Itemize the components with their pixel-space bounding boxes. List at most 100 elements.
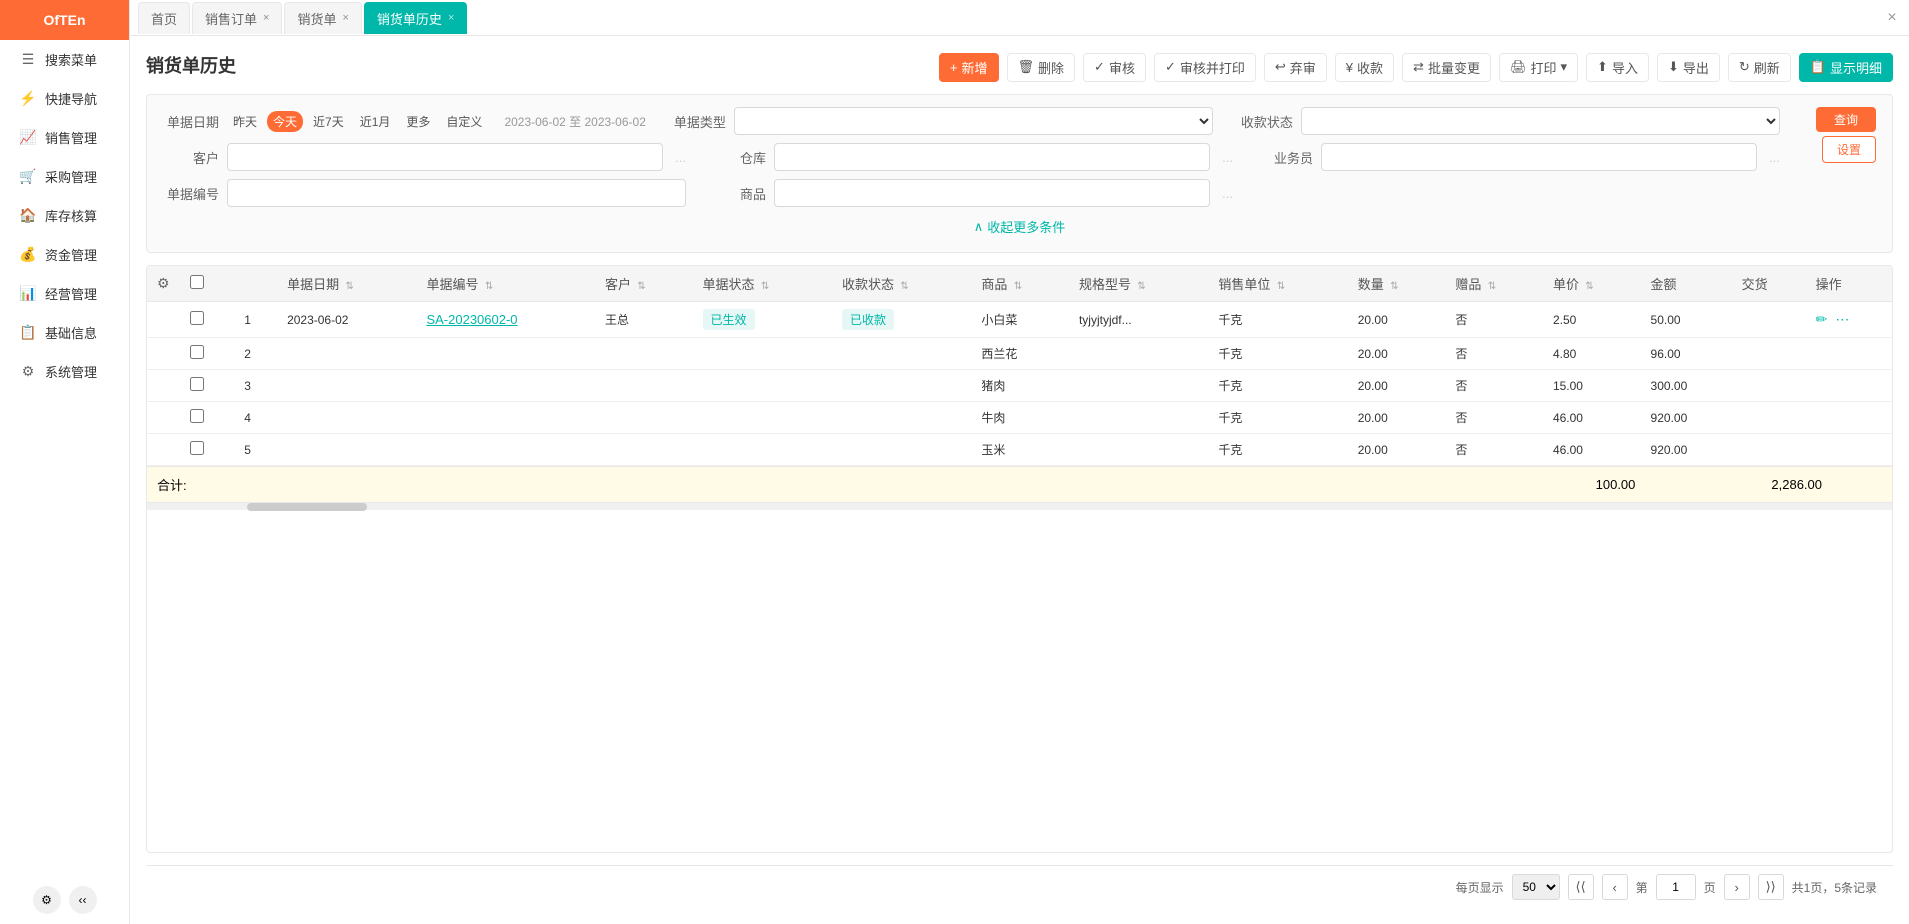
sidebar-item-sys-mgmt[interactable]: ⚙ 系统管理 <box>0 352 129 391</box>
tab-sales-goods[interactable]: 销货单 × <box>284 2 361 34</box>
show-detail-button[interactable]: 📋 显示明细 <box>1799 53 1893 82</box>
td-checkbox[interactable] <box>180 370 235 402</box>
date-tag-custom[interactable]: 自定义 <box>440 111 488 132</box>
th-customer[interactable]: 客户 ⇅ <box>595 266 693 302</box>
th-doc-status[interactable]: 单据状态 ⇅ <box>693 266 832 302</box>
sidebar-item-capital-mgmt[interactable]: 💰 资金管理 <box>0 235 129 274</box>
th-doc-no[interactable]: 单据编号 ⇅ <box>416 266 594 302</box>
td-checkbox[interactable] <box>180 338 235 370</box>
tab-sales-history[interactable]: 销货单历史 × <box>364 2 467 34</box>
sort-pay-status-icon[interactable]: ⇅ <box>900 281 908 292</box>
payment-status-select[interactable] <box>1301 107 1780 135</box>
close-all-tabs-button[interactable]: × <box>1883 9 1901 27</box>
print-button[interactable]: 🖨 打印 ▾ <box>1499 53 1578 82</box>
sort-gift-icon[interactable]: ⇅ <box>1488 281 1496 292</box>
sidebar-item-inventory[interactable]: 🏠 库存核算 <box>0 196 129 235</box>
date-tag-more[interactable]: 更多 <box>400 111 436 132</box>
sort-price-icon[interactable]: ⇅ <box>1585 281 1593 292</box>
row-checkbox[interactable] <box>190 377 204 391</box>
collapse-button[interactable]: ∧ 收起更多条件 <box>970 213 1070 240</box>
sidebar-item-label: 经营管理 <box>45 284 97 303</box>
warehouse-input[interactable] <box>774 143 1210 171</box>
sidebar-item-search-menu[interactable]: ☰ 搜索菜单 <box>0 40 129 79</box>
sort-goods-icon[interactable]: ⇅ <box>1014 281 1022 292</box>
date-tag-7days[interactable]: 近7天 <box>307 111 350 132</box>
sidebar-item-purchase-mgmt[interactable]: 🛒 采购管理 <box>0 157 129 196</box>
date-tag-yesterday[interactable]: 昨天 <box>227 111 263 132</box>
tab-sales-history-close[interactable]: × <box>448 12 454 24</box>
customer-suffix[interactable]: ... <box>675 150 686 165</box>
tab-sales-order[interactable]: 销售订单 × <box>192 2 282 34</box>
sidebar-settings-btn[interactable]: ⚙ <box>33 886 61 914</box>
abandon-button[interactable]: ↩ 弃审 <box>1264 53 1327 82</box>
th-goods[interactable]: 商品 ⇅ <box>971 266 1069 302</box>
td-goods: 小白菜 <box>971 302 1069 338</box>
horizontal-scrollbar[interactable] <box>147 502 1892 510</box>
td-checkbox[interactable] <box>180 434 235 466</box>
date-tag-today[interactable]: 今天 <box>267 111 303 132</box>
row-checkbox[interactable] <box>190 409 204 423</box>
more-icon[interactable]: ⋯ <box>1835 311 1849 328</box>
sort-doc-date-icon[interactable]: ⇅ <box>345 281 353 292</box>
sidebar-collapse-btn[interactable]: ‹‹ <box>69 886 97 914</box>
page-size-select[interactable]: 50 <box>1512 874 1560 900</box>
th-qty[interactable]: 数量 ⇅ <box>1348 266 1446 302</box>
refresh-button[interactable]: ↻ 刷新 <box>1728 53 1791 82</box>
tab-home[interactable]: 首页 <box>138 2 190 34</box>
import-button[interactable]: ⬆ 导入 <box>1586 53 1649 82</box>
th-unit[interactable]: 销售单位 ⇅ <box>1208 266 1347 302</box>
sort-doc-status-icon[interactable]: ⇅ <box>761 281 769 292</box>
page-number-input[interactable] <box>1656 874 1696 900</box>
sidebar-item-basic-info[interactable]: 📋 基础信息 <box>0 313 129 352</box>
row-checkbox[interactable] <box>190 311 204 325</box>
sidebar-item-quick-nav[interactable]: ⚡ 快捷导航 <box>0 79 129 118</box>
doc-type-select[interactable] <box>734 107 1213 135</box>
batch-change-button[interactable]: ⇄ 批量变更 <box>1402 53 1491 82</box>
sort-qty-icon[interactable]: ⇅ <box>1390 281 1398 292</box>
filter-settings-button[interactable]: 设置 <box>1822 136 1876 163</box>
tab-sales-order-close[interactable]: × <box>263 12 269 24</box>
goods-input[interactable] <box>774 179 1210 207</box>
td-doc-no[interactable]: SA-20230602-0 <box>416 302 594 338</box>
add-button[interactable]: + 新增 <box>939 53 999 82</box>
th-doc-date[interactable]: 单据日期 ⇅ <box>277 266 416 302</box>
sort-customer-icon[interactable]: ⇅ <box>637 281 645 292</box>
collect-button[interactable]: ¥ 收款 <box>1335 53 1394 82</box>
row-checkbox[interactable] <box>190 345 204 359</box>
row-checkbox[interactable] <box>190 441 204 455</box>
table-settings-icon[interactable]: ⚙ <box>157 275 170 291</box>
next-page-button[interactable]: › <box>1724 874 1750 900</box>
doc-no-input[interactable] <box>227 179 686 207</box>
first-page-button[interactable]: ⟨⟨ <box>1568 874 1594 900</box>
scrollbar-thumb[interactable] <box>247 503 367 511</box>
delete-button[interactable]: 🗑 删除 <box>1007 53 1076 82</box>
sidebar-item-sales-mgmt[interactable]: 📈 销售管理 <box>0 118 129 157</box>
th-amount-label: 金额 <box>1651 277 1677 292</box>
th-pay-status[interactable]: 收款状态 ⇅ <box>832 266 971 302</box>
audit-print-button[interactable]: ✓ 审核并打印 <box>1154 53 1256 82</box>
th-price[interactable]: 单价 ⇅ <box>1543 266 1641 302</box>
warehouse-suffix[interactable]: ... <box>1222 150 1233 165</box>
staff-input[interactable] <box>1321 143 1757 171</box>
date-tag-1month[interactable]: 近1月 <box>354 111 397 132</box>
customer-input[interactable] <box>227 143 663 171</box>
export-button[interactable]: ⬇ 导出 <box>1657 53 1720 82</box>
sidebar-item-operations[interactable]: 📊 经营管理 <box>0 274 129 313</box>
audit-button[interactable]: ✓ 审核 <box>1083 53 1146 82</box>
td-checkbox[interactable] <box>180 402 235 434</box>
prev-page-button[interactable]: ‹ <box>1602 874 1628 900</box>
edit-icon[interactable]: ✏ <box>1816 311 1828 328</box>
th-gift[interactable]: 赠品 ⇅ <box>1445 266 1543 302</box>
query-button[interactable]: 查询 <box>1816 107 1876 132</box>
sort-doc-no-icon[interactable]: ⇅ <box>485 281 493 292</box>
select-all-checkbox[interactable] <box>190 275 204 289</box>
sort-spec-icon[interactable]: ⇅ <box>1137 281 1145 292</box>
sort-unit-icon[interactable]: ⇅ <box>1277 281 1285 292</box>
td-checkbox[interactable] <box>180 302 235 338</box>
th-spec[interactable]: 规格型号 ⇅ <box>1069 266 1208 302</box>
goods-suffix[interactable]: ... <box>1222 186 1233 201</box>
th-row-no <box>234 266 277 302</box>
last-page-button[interactable]: ⟩⟩ <box>1758 874 1784 900</box>
staff-suffix[interactable]: ... <box>1769 150 1780 165</box>
tab-sales-goods-close[interactable]: × <box>342 12 348 24</box>
